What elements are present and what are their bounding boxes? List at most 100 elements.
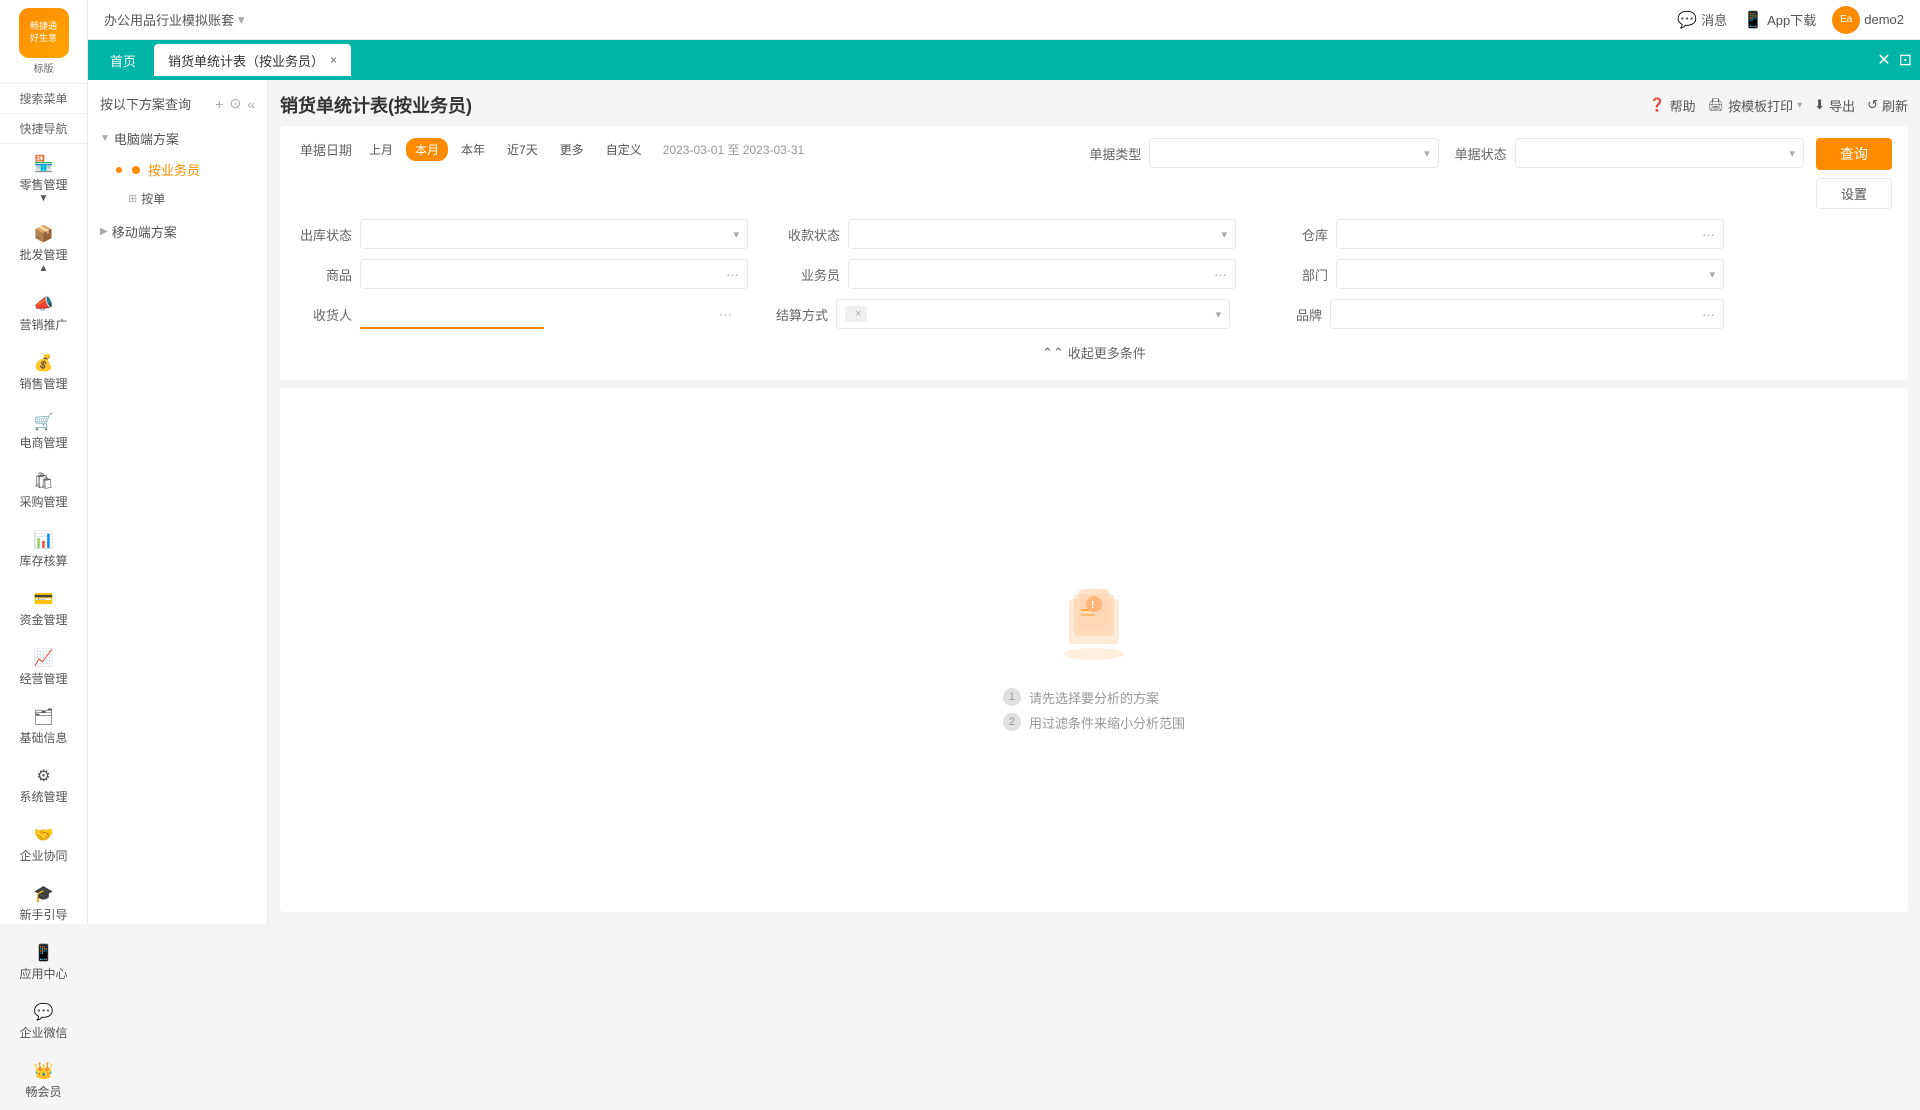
- goods-dots[interactable]: ···: [726, 267, 739, 282]
- help-btn[interactable]: ❓ 帮助: [1649, 96, 1695, 115]
- empty-state: ! 1 请先选择要分析的方案 2 用过滤条件来缩小分析范围: [280, 388, 1908, 912]
- receipt-status-select[interactable]: ▾: [848, 219, 1236, 249]
- settle-select[interactable]: × ▾: [836, 299, 1230, 329]
- active-scheme-dot: [132, 166, 140, 174]
- date-range-text: 2023-03-01 至 2023-03-31: [663, 141, 804, 158]
- sidebar-item-marketing[interactable]: 📣 营销推广: [0, 284, 87, 343]
- template-print-btn[interactable]: 🖨 按模板打印 ▾: [1708, 96, 1803, 115]
- top-header: 办公用品行业模拟账套 ▾ 💬 消息 📱 App下载 Ea demo2: [88, 0, 1920, 40]
- goods-label: 商品: [296, 265, 352, 284]
- sidebar-item-appstore[interactable]: 📱 应用中心: [0, 933, 87, 992]
- doc-type-select[interactable]: ▾: [1149, 138, 1438, 168]
- warehouse-dots[interactable]: ···: [1702, 227, 1715, 242]
- sidebar-item-retail[interactable]: 🏪 零售管理 ▼: [0, 144, 87, 214]
- sidebar-item-operations[interactable]: 📈 经营管理: [0, 638, 87, 697]
- sidebar-item-ecommerce[interactable]: 🛒 电商管理: [0, 402, 87, 461]
- sidebar-item-system[interactable]: ⚙ 系统管理: [0, 756, 87, 815]
- export-icon: ⬇: [1814, 97, 1825, 113]
- basic-icon: 🗂: [33, 707, 53, 727]
- date-btn-last-month[interactable]: 上月: [360, 138, 402, 161]
- avatar: Ea: [1832, 6, 1860, 34]
- left-panel-header: 按以下方案查询 + ⊙ «: [88, 88, 267, 119]
- sidebar-item-basic[interactable]: 🗂 基础信息: [0, 697, 87, 756]
- add-scheme-btn[interactable]: +: [215, 96, 223, 112]
- sub-icon: ⊞: [128, 192, 137, 205]
- brand-select[interactable]: ···: [1330, 299, 1724, 329]
- sidebar-item-sales[interactable]: 💰 销售管理: [0, 343, 87, 402]
- header-left: 办公用品行业模拟账套 ▾: [104, 10, 245, 29]
- goods-select[interactable]: ···: [360, 259, 748, 289]
- purchase-icon: 🛍: [33, 471, 53, 491]
- dept-select[interactable]: ▾: [1336, 259, 1724, 289]
- tab-active[interactable]: 销货单统计表（按业务员） ×: [154, 44, 351, 76]
- doc-status-select[interactable]: ▾: [1515, 138, 1804, 168]
- right-panel: 销货单统计表(按业务员) ❓ 帮助 🖨 按模板打印 ▾ ⬇ 导出: [268, 80, 1920, 924]
- date-label: 单据日期: [296, 140, 352, 159]
- date-btn-custom[interactable]: 自定义: [597, 138, 651, 161]
- sidebar-logo[interactable]: 畅捷通好生意 标版: [0, 0, 87, 83]
- query-button[interactable]: 查询: [1816, 138, 1892, 170]
- date-btn-this-year[interactable]: 本年: [452, 138, 494, 161]
- sidebar-search[interactable]: 搜索菜单: [0, 83, 87, 113]
- account-dropdown[interactable]: 办公用品行业模拟账套 ▾: [104, 10, 245, 29]
- mobile-section-arrow-icon: ▶: [100, 226, 108, 237]
- account-dropdown-icon: ▾: [238, 12, 245, 28]
- scheme-by-order[interactable]: ⊞ 按单: [88, 185, 267, 212]
- wholesale-arrow-icon: ▲: [39, 263, 49, 274]
- consignee-input[interactable]: [360, 299, 544, 329]
- left-panel-actions: + ⊙ «: [215, 95, 255, 112]
- app-download-btn[interactable]: 📱 App下载: [1743, 10, 1816, 30]
- tab-maximize-btn[interactable]: ⊡: [1899, 50, 1912, 70]
- doc-status-label: 单据状态: [1451, 144, 1507, 163]
- collapse-panel-btn[interactable]: «: [247, 96, 255, 112]
- settings-button[interactable]: 设置: [1816, 178, 1892, 209]
- tab-close-btn[interactable]: ×: [330, 53, 337, 67]
- export-btn[interactable]: ⬇ 导出: [1814, 96, 1855, 115]
- mobile-section-header[interactable]: ▶ 移动端方案: [88, 216, 267, 247]
- scheme-by-salesperson[interactable]: 按业务员: [88, 154, 267, 185]
- tab-home[interactable]: 首页: [96, 44, 150, 76]
- pc-section-header[interactable]: ▼ 电脑端方案: [88, 123, 267, 154]
- refresh-btn[interactable]: ↺ 刷新: [1867, 96, 1908, 115]
- sidebar-quick-nav[interactable]: 快捷导航: [0, 113, 87, 143]
- doc-type-label: 单据类型: [1085, 144, 1141, 163]
- sidebar-item-enterprise[interactable]: 🤝 企业协同: [0, 815, 87, 874]
- sidebar-item-wechat[interactable]: 💬 企业微信: [0, 992, 87, 1051]
- mobile-section: ▶ 移动端方案: [88, 216, 267, 247]
- print-icon: 🖨: [1708, 97, 1725, 113]
- salesperson-dots[interactable]: ···: [1214, 267, 1227, 282]
- message-icon: 💬: [1677, 10, 1697, 30]
- out-status-label: 出库状态: [296, 225, 352, 244]
- pc-section-arrow-icon: ▼: [100, 133, 110, 144]
- receipt-status-label: 收款状态: [784, 225, 840, 244]
- tip-num-2: 2: [1003, 713, 1021, 731]
- wechat-icon: 💬: [34, 1002, 54, 1022]
- consignee-dots[interactable]: ···: [719, 307, 732, 322]
- salesperson-select[interactable]: ···: [848, 259, 1236, 289]
- sidebar-item-wholesale[interactable]: 📦 批发管理 ▲: [0, 214, 87, 284]
- inventory-icon: 📊: [34, 530, 54, 550]
- brand-dots[interactable]: ···: [1702, 307, 1715, 322]
- brand-label: 品牌: [1266, 305, 1322, 324]
- date-btn-more[interactable]: 更多: [551, 138, 593, 161]
- collapse-btn[interactable]: ⌃⌃ 收起更多条件: [296, 337, 1892, 368]
- app-download-icon: 📱: [1743, 10, 1763, 30]
- dept-arrow-icon: ▾: [1709, 268, 1715, 281]
- warehouse-select[interactable]: ···: [1336, 219, 1724, 249]
- sidebar-item-inventory[interactable]: 📊 库存核算: [0, 520, 87, 579]
- tab-minimize-btn[interactable]: ✕: [1877, 50, 1890, 70]
- sidebar-item-newbie[interactable]: 🎓 新手引导: [0, 874, 87, 933]
- out-status-select[interactable]: ▾: [360, 219, 748, 249]
- message-btn[interactable]: 💬 消息: [1677, 10, 1727, 30]
- sidebar: 畅捷通好生意 标版 搜索菜单 快捷导航 🏪 零售管理 ▼ 📦 批发管理 ▲ 📣 …: [0, 0, 88, 924]
- user-profile-btn[interactable]: Ea demo2: [1832, 6, 1904, 34]
- main-area: 办公用品行业模拟账套 ▾ 💬 消息 📱 App下载 Ea demo2 首页: [88, 0, 1920, 924]
- date-btn-7days[interactable]: 近7天: [498, 138, 547, 161]
- sidebar-item-finance[interactable]: 💳 资金管理: [0, 579, 87, 638]
- edit-scheme-btn[interactable]: ⊙: [229, 95, 241, 112]
- print-dropdown-icon: ▾: [1797, 100, 1802, 111]
- sidebar-item-purchase[interactable]: 🛍 采购管理: [0, 461, 87, 520]
- settle-tag-close-btn[interactable]: ×: [855, 308, 861, 320]
- date-btn-this-month[interactable]: 本月: [406, 138, 448, 161]
- sidebar-item-member[interactable]: 👑 畅会员: [0, 1051, 87, 1110]
